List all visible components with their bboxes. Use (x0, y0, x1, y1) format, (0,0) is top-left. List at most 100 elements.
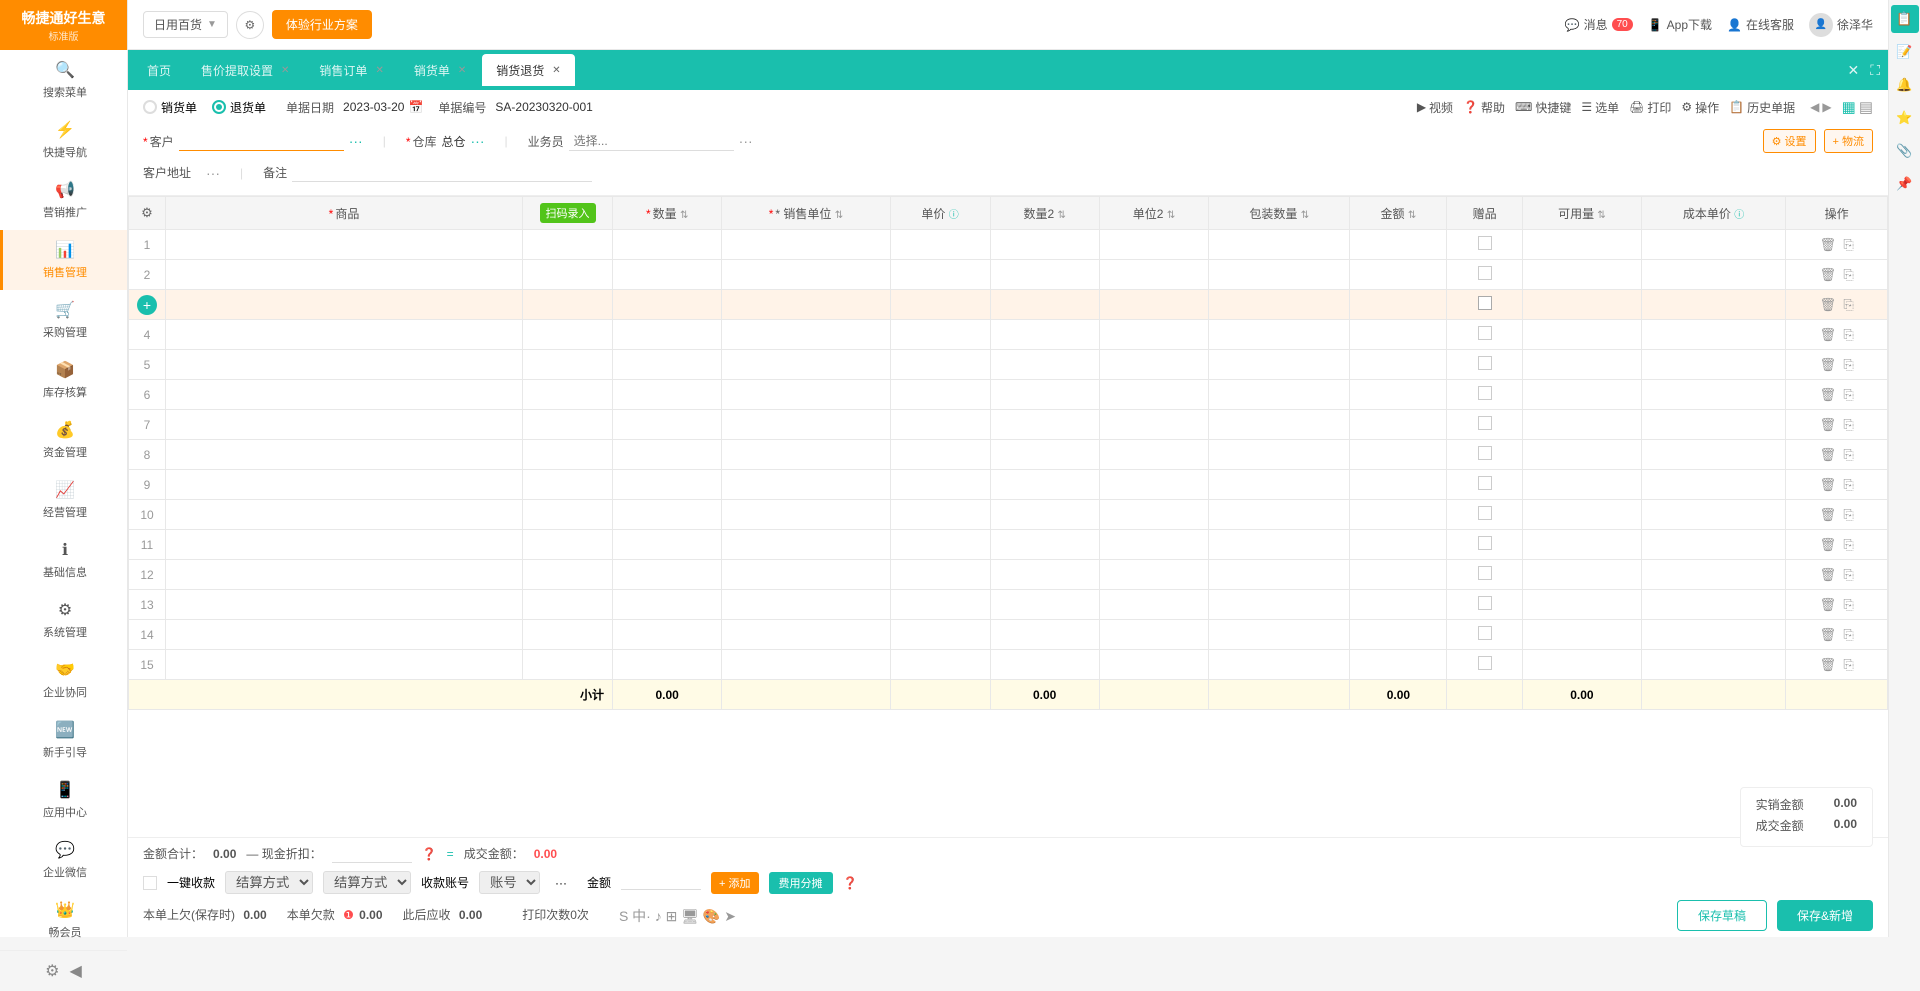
sidebar-item-经营管理[interactable]: 📈经营管理 (0, 470, 127, 530)
unit2-cell-5[interactable] (1099, 350, 1208, 380)
save-draft-button[interactable]: 保存草稿 (1677, 900, 1767, 931)
qty2-cell-2[interactable] (990, 260, 1099, 290)
cost-cell-6[interactable] (1642, 380, 1786, 410)
amount-cell-7[interactable] (1350, 410, 1447, 440)
unit-cell-3[interactable] (722, 290, 890, 320)
discount-input[interactable] (332, 844, 412, 863)
unit-cell-12[interactable] (722, 560, 890, 590)
online-service-button[interactable]: 👤 在线客服 (1727, 16, 1794, 33)
cost-cell-11[interactable] (1642, 530, 1786, 560)
price-cell-3[interactable] (890, 290, 990, 320)
product-cell-8[interactable] (166, 440, 523, 470)
nav-next-icon[interactable]: ▶ (1822, 100, 1831, 114)
salesperson-selector-icon[interactable]: ··· (739, 133, 753, 149)
add-row-button[interactable]: + (137, 295, 157, 315)
delete-row-btn-12[interactable]: 🗑 (1817, 565, 1838, 585)
sidebar-item-库存核算[interactable]: 📦库存核算 (0, 350, 127, 410)
sidebar-item-资金管理[interactable]: 💰资金管理 (0, 410, 127, 470)
copy-row-btn-5[interactable]: ⎘ (1841, 355, 1855, 375)
unit2-cell-13[interactable] (1099, 590, 1208, 620)
video-btn[interactable]: ▶ 视频 (1417, 99, 1453, 116)
rs-icon-bell[interactable]: 🔔 (1891, 71, 1919, 99)
product-input-3[interactable] (174, 297, 514, 312)
qty2-cell-15[interactable] (990, 650, 1099, 680)
delete-row-btn-7[interactable]: 🗑 (1817, 415, 1838, 435)
delete-row-btn-4[interactable]: 🗑 (1817, 325, 1838, 345)
available-cell-10[interactable] (1522, 500, 1641, 530)
delete-row-btn-15[interactable]: 🗑 (1817, 655, 1838, 675)
available-cell-14[interactable] (1522, 620, 1641, 650)
copy-row-btn-10[interactable]: ⎘ (1841, 505, 1855, 525)
shortcut-btn[interactable]: ⌨ 快捷键 (1515, 99, 1571, 116)
print-btn[interactable]: 🖨 打印 (1629, 99, 1671, 116)
product-cell-11[interactable] (166, 530, 523, 560)
available-cell-6[interactable] (1522, 380, 1641, 410)
copy-row-btn-1[interactable]: ⎘ (1841, 235, 1855, 255)
tab-close-1[interactable]: ✕ (281, 65, 289, 76)
gift-cell-13[interactable] (1447, 590, 1522, 620)
qty-cell-6[interactable] (613, 380, 722, 410)
qty-cell-3[interactable] (613, 290, 722, 320)
amount-cell-6[interactable] (1350, 380, 1447, 410)
cost-cell-12[interactable] (1642, 560, 1786, 590)
gift-cell-15[interactable] (1447, 650, 1522, 680)
table-th-gear[interactable]: ⚙ (129, 197, 166, 230)
available-cell-2[interactable] (1522, 260, 1641, 290)
sidebar-item-营销推广[interactable]: 📢营销推广 (0, 170, 127, 230)
qty-cell-1[interactable] (613, 230, 722, 260)
sidebar-item-快捷导航[interactable]: ⚡快捷导航 (0, 110, 127, 170)
unit2-cell-11[interactable] (1099, 530, 1208, 560)
nav-prev-icon[interactable]: ◀ (1810, 100, 1819, 114)
delete-row-btn-3[interactable]: 🗑 (1817, 295, 1838, 315)
tab-close-2[interactable]: ✕ (375, 65, 383, 76)
qty-cell-12[interactable] (613, 560, 722, 590)
remark-input[interactable] (292, 163, 592, 182)
copy-row-btn-8[interactable]: ⎘ (1841, 445, 1855, 465)
gift-cell-11[interactable] (1447, 530, 1522, 560)
cost-cell-13[interactable] (1642, 590, 1786, 620)
cost-cell-10[interactable] (1642, 500, 1786, 530)
pkgqty-cell-12[interactable] (1209, 560, 1350, 590)
add-payment-button[interactable]: + 添加 (711, 872, 758, 894)
delete-row-btn-11[interactable]: 🗑 (1817, 535, 1838, 555)
unit2-cell-2[interactable] (1099, 260, 1208, 290)
amount-cell-15[interactable] (1350, 650, 1447, 680)
user-profile[interactable]: 👤 徐泽华 (1809, 13, 1873, 37)
unit-cell-7[interactable] (722, 410, 890, 440)
copy-row-btn-11[interactable]: ⎘ (1841, 535, 1855, 555)
collapse-icon[interactable]: ◀ (70, 961, 82, 981)
qty-cell-5[interactable] (613, 350, 722, 380)
logistics-action-btn[interactable]: + 物流 (1824, 129, 1873, 153)
pkgqty-cell-9[interactable] (1209, 470, 1350, 500)
tab-1[interactable]: 售价提取设置✕ (187, 54, 303, 86)
pkgqty-cell-11[interactable] (1209, 530, 1350, 560)
unit2-cell-1[interactable] (1099, 230, 1208, 260)
rs-icon-star[interactable]: ⭐ (1891, 104, 1919, 132)
available-cell-9[interactable] (1522, 470, 1641, 500)
product-cell-13[interactable] (166, 590, 523, 620)
price-cell-12[interactable] (890, 560, 990, 590)
settlement-method-select[interactable]: 结算方式 (225, 871, 313, 894)
delete-row-btn-1[interactable]: 🗑 (1817, 235, 1838, 255)
amount-cell-1[interactable] (1350, 230, 1447, 260)
gift-cell-1[interactable] (1447, 230, 1522, 260)
gift-cell-5[interactable] (1447, 350, 1522, 380)
delete-row-btn-14[interactable]: 🗑 (1817, 625, 1838, 645)
price-cell-15[interactable] (890, 650, 990, 680)
price-cell-10[interactable] (890, 500, 990, 530)
gift-cell-8[interactable] (1447, 440, 1522, 470)
unit-cell-1[interactable] (722, 230, 890, 260)
unit2-cell-15[interactable] (1099, 650, 1208, 680)
tab-2[interactable]: 销售订单✕ (305, 54, 397, 86)
available-cell-1[interactable] (1522, 230, 1641, 260)
address-selector-icon[interactable]: ··· (206, 165, 220, 181)
customer-input[interactable] (179, 132, 344, 151)
cost-cell-14[interactable] (1642, 620, 1786, 650)
unit-cell-2[interactable] (722, 260, 890, 290)
unit2-cell-3[interactable] (1099, 290, 1208, 320)
gift-cell-3[interactable] (1447, 290, 1522, 320)
price-cell-14[interactable] (890, 620, 990, 650)
product-cell-6[interactable] (166, 380, 523, 410)
price-cell-8[interactable] (890, 440, 990, 470)
unit-cell-5[interactable] (722, 350, 890, 380)
